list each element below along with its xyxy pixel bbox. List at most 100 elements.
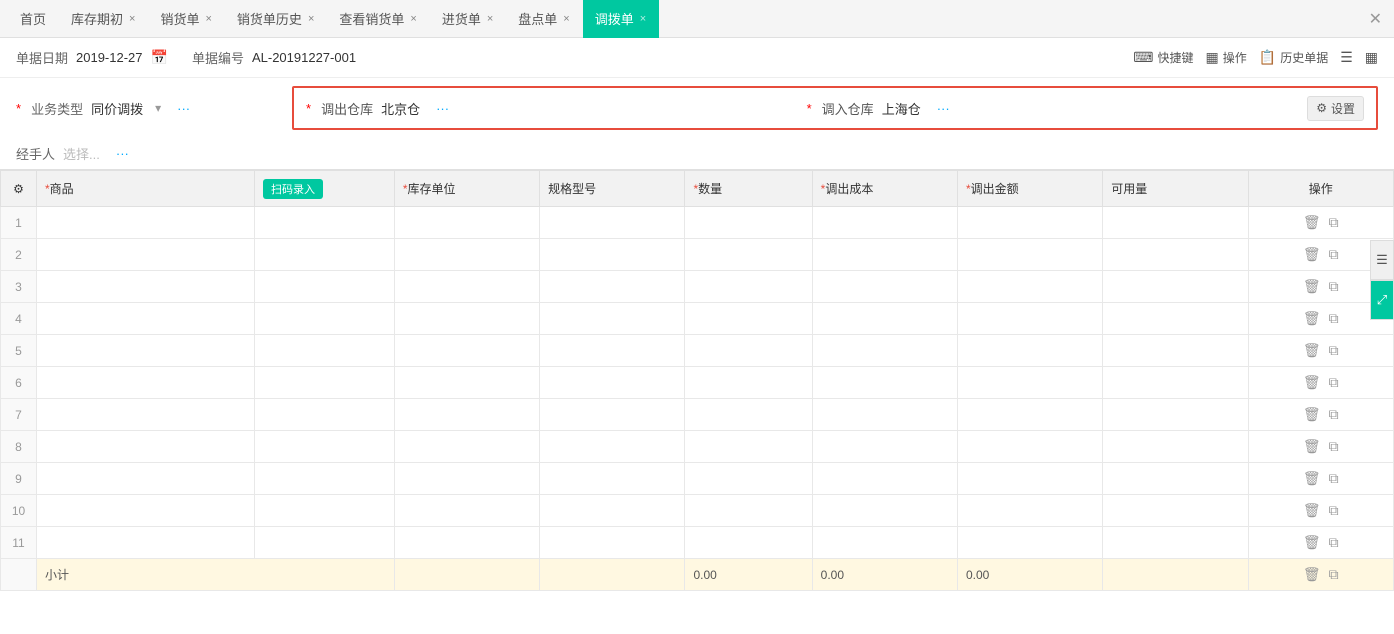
list-view-btn[interactable]: ☰ (1340, 49, 1353, 66)
tab-bar-close-btn[interactable]: ✕ (1369, 9, 1382, 29)
delete-icon[interactable]: 🗑 (1303, 246, 1321, 263)
copy-icon[interactable]: ⧉ (1329, 534, 1339, 551)
tab-purchase-order[interactable]: 进货单 × (430, 0, 506, 38)
shortcuts-icon: ⌨ (1133, 49, 1153, 66)
row-product[interactable] (37, 431, 255, 463)
row-unit (394, 399, 539, 431)
tab-view-sales-close[interactable]: × (410, 13, 416, 25)
delete-icon[interactable]: 🗑 (1303, 406, 1321, 423)
in-warehouse-more-btn[interactable]: ··· (937, 101, 950, 116)
sidebar-list-btn[interactable]: ☰ (1370, 240, 1394, 280)
subtotal-copy-icon[interactable]: ⧉ (1329, 566, 1339, 583)
tab-sales-history-close[interactable]: × (308, 13, 314, 25)
row-product[interactable] (37, 463, 255, 495)
delete-icon[interactable]: 🗑 (1303, 310, 1321, 327)
tab-purchase-order-label: 进货单 (442, 9, 481, 28)
warehouse-box: * 调出仓库 北京仓 ··· * 调入仓库 上海仓 ··· ⚙ 设置 (292, 86, 1378, 130)
row-avail (1103, 335, 1248, 367)
row-spec (540, 431, 685, 463)
tab-transfer-order-close[interactable]: × (640, 13, 646, 25)
operations-btn[interactable]: ▦ 操作 (1206, 49, 1247, 66)
tab-sales-order[interactable]: 销货单 × (148, 0, 224, 38)
delete-icon[interactable]: 🗑 (1303, 438, 1321, 455)
calendar-icon[interactable]: 📅 (151, 49, 168, 66)
handler-more-btn[interactable]: ··· (116, 146, 129, 161)
row-product[interactable] (37, 335, 255, 367)
row-spec (540, 463, 685, 495)
business-type-dropdown-icon[interactable]: ▾ (155, 101, 161, 115)
delete-icon[interactable]: 🗑 (1303, 534, 1321, 551)
row-op: 🗑 ⧉ (1248, 367, 1393, 399)
tab-inventory-check-close[interactable]: × (563, 13, 569, 25)
row-product[interactable] (37, 527, 255, 559)
row-cost (812, 207, 957, 239)
history-label: 历史单据 (1280, 49, 1328, 66)
copy-icon[interactable]: ⧉ (1329, 278, 1339, 295)
row-scan (254, 495, 394, 527)
subtotal-row: 小计 0.00 0.00 0.00 🗑 ⧉ (1, 559, 1394, 591)
table-container: ⚙ *商品 扫码录入 *库存单位 规格型号 *数量 *调出成本 *调出金额 可用… (0, 169, 1394, 591)
row-spec (540, 239, 685, 271)
out-warehouse-more-btn[interactable]: ··· (436, 101, 449, 116)
table-scroll-area[interactable]: ⚙ *商品 扫码录入 *库存单位 规格型号 *数量 *调出成本 *调出金额 可用… (0, 170, 1394, 591)
tab-transfer-order[interactable]: 调拨单 × (583, 0, 659, 38)
settings-btn[interactable]: ⚙ 设置 (1307, 96, 1364, 121)
sidebar-expand-btn[interactable]: ⤢ (1370, 280, 1394, 320)
delete-icon[interactable]: 🗑 (1303, 470, 1321, 487)
delete-icon[interactable]: 🗑 (1303, 342, 1321, 359)
row-unit (394, 207, 539, 239)
row-cost (812, 463, 957, 495)
copy-icon[interactable]: ⧉ (1329, 310, 1339, 327)
row-product[interactable] (37, 271, 255, 303)
scan-button[interactable]: 扫码录入 (263, 179, 323, 199)
row-qty (685, 303, 812, 335)
operations-label: 操作 (1223, 49, 1247, 66)
delete-icon[interactable]: 🗑 (1303, 374, 1321, 391)
delete-icon[interactable]: 🗑 (1303, 278, 1321, 295)
copy-icon[interactable]: ⧉ (1329, 470, 1339, 487)
row-op: 🗑 ⧉ (1248, 399, 1393, 431)
copy-icon[interactable]: ⧉ (1329, 438, 1339, 455)
copy-icon[interactable]: ⧉ (1329, 246, 1339, 263)
business-type-value[interactable]: 同价调拨 (91, 99, 143, 118)
row-product[interactable] (37, 207, 255, 239)
row-avail (1103, 303, 1248, 335)
col-product: *商品 (37, 171, 255, 207)
out-warehouse-value[interactable]: 北京仓 (381, 99, 420, 118)
shortcuts-btn[interactable]: ⌨ 快捷键 (1133, 49, 1193, 66)
tab-home[interactable]: 首页 (8, 0, 59, 38)
row-product[interactable] (37, 303, 255, 335)
copy-icon[interactable]: ⧉ (1329, 406, 1339, 423)
in-warehouse-value[interactable]: 上海仓 (882, 99, 921, 118)
tab-inventory-init[interactable]: 库存期初 × (59, 0, 148, 38)
row-product[interactable] (37, 399, 255, 431)
row-product[interactable] (37, 367, 255, 399)
row-num: 1 (1, 207, 37, 239)
row-product[interactable] (37, 495, 255, 527)
handler-select[interactable]: 选择... (63, 144, 100, 163)
tab-purchase-order-close[interactable]: × (487, 13, 493, 25)
delete-icon[interactable]: 🗑 (1303, 502, 1321, 519)
row-qty (685, 399, 812, 431)
business-type-more-btn[interactable]: ··· (177, 101, 190, 116)
tab-sales-history[interactable]: 销货单历史 × (225, 0, 327, 38)
out-warehouse-label: 调出仓库 (321, 99, 373, 118)
delete-icon[interactable]: 🗑 (1303, 214, 1321, 231)
tab-inventory-check[interactable]: 盘点单 × (506, 0, 582, 38)
history-btn[interactable]: 📋 历史单据 (1259, 49, 1328, 66)
row-amount (957, 271, 1102, 303)
tab-sales-order-close[interactable]: × (205, 13, 211, 25)
col-op: 操作 (1248, 171, 1393, 207)
row-product[interactable] (37, 239, 255, 271)
copy-icon[interactable]: ⧉ (1329, 502, 1339, 519)
row-scan (254, 207, 394, 239)
tab-view-sales[interactable]: 查看销货单 × (327, 0, 429, 38)
subtotal-delete-icon[interactable]: 🗑 (1303, 566, 1321, 583)
copy-icon[interactable]: ⧉ (1329, 342, 1339, 359)
col-gear[interactable]: ⚙ (1, 171, 37, 207)
copy-icon[interactable]: ⧉ (1329, 214, 1339, 231)
tab-inventory-init-close[interactable]: × (129, 13, 135, 25)
doc-date-field: 单据日期 2019-12-27 📅 (16, 48, 168, 67)
grid-view-btn[interactable]: ▦ (1365, 49, 1378, 66)
copy-icon[interactable]: ⧉ (1329, 374, 1339, 391)
